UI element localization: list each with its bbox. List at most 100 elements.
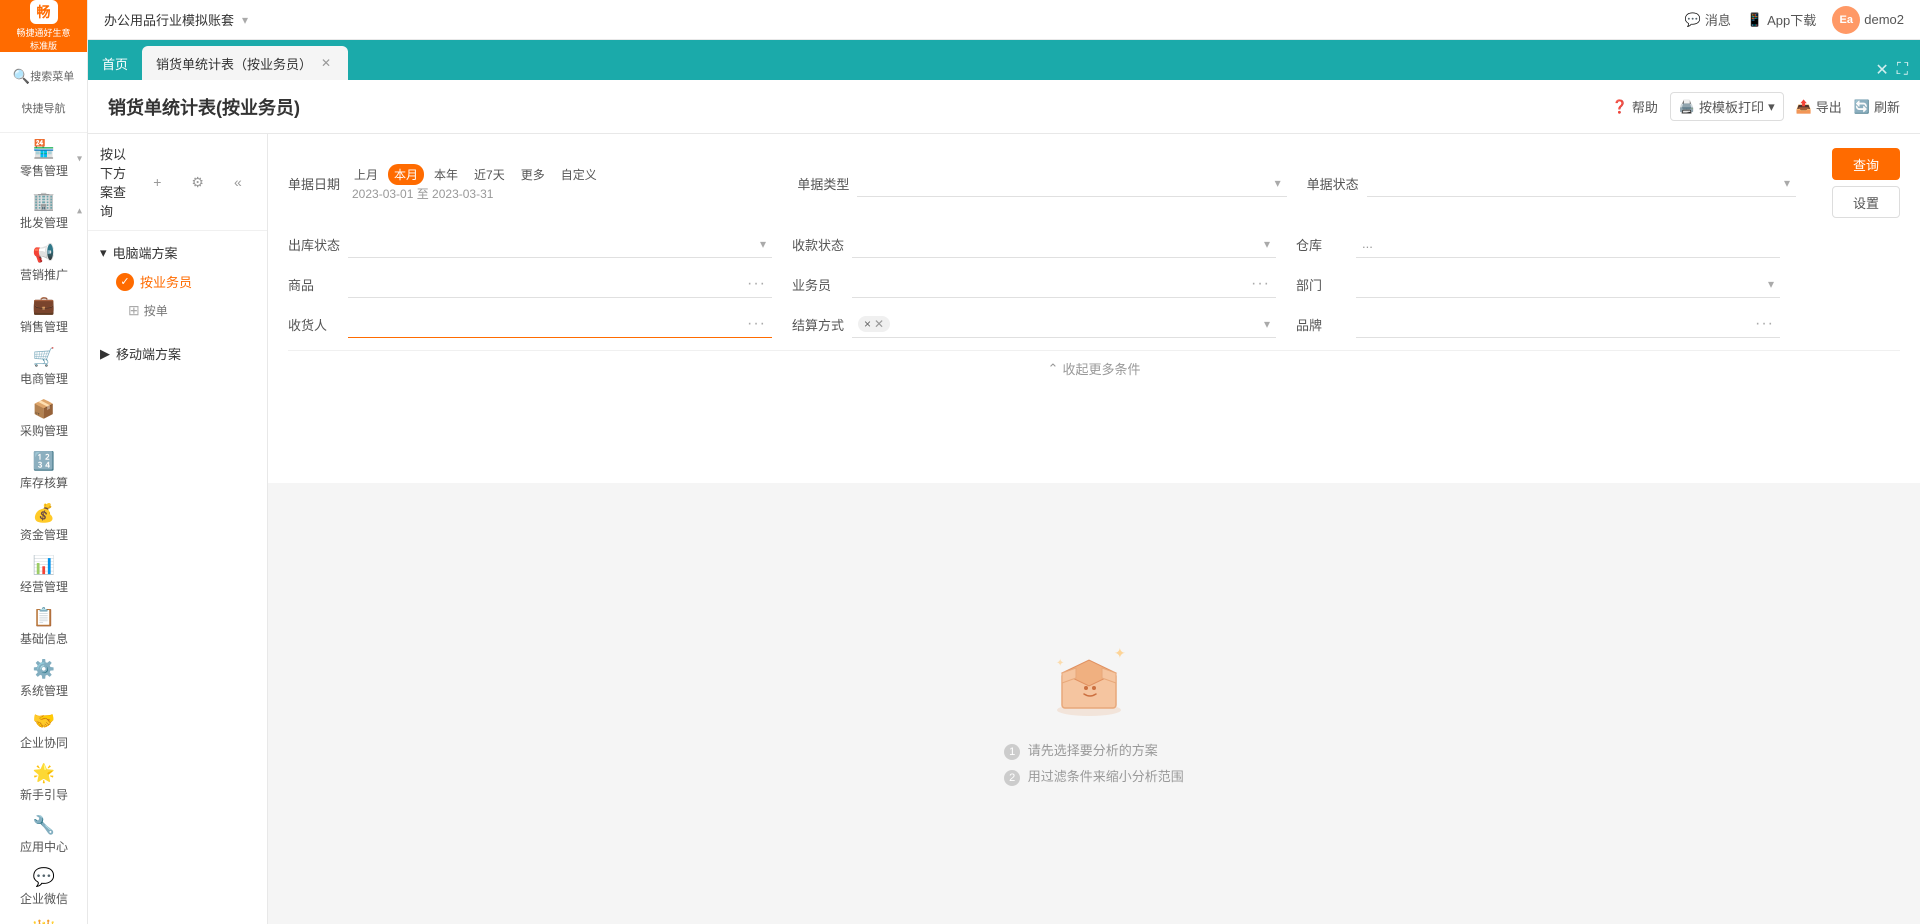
message-btn[interactable]: 💬 消息	[1685, 10, 1731, 29]
sales-stat-tab-label: 销货单统计表（按业务员）	[156, 54, 312, 73]
scheme-panel-title: 按以下方案查询	[100, 144, 134, 220]
date-tab-more[interactable]: 更多	[515, 164, 551, 185]
settings-button[interactable]: 设置	[1832, 186, 1900, 218]
sidebar-item-wechat[interactable]: 💬 企业微信	[0, 861, 88, 913]
scheme-group-pc-title[interactable]: ▾ 电脑端方案	[88, 239, 267, 266]
scheme-edit-btn[interactable]: ⚙	[181, 172, 215, 192]
brand-control[interactable]: ···	[1356, 310, 1780, 338]
receiver-control[interactable]: ···	[348, 310, 772, 338]
payment-status-control[interactable]: ▾	[852, 230, 1276, 258]
scheme-item-by-salesman[interactable]: ✓ 按业务员	[88, 266, 267, 297]
tab-home[interactable]: 首页	[88, 46, 142, 80]
tab-close-window-btn[interactable]: ✕	[1875, 60, 1888, 80]
right-panel: 单据日期 上月 本月 本年 近7天 更多 自定义 20	[268, 134, 1920, 924]
system-icon: ⚙️	[33, 659, 55, 680]
top-header: 办公用品行业模拟账套 ▾ 💬 消息 📱 App下载 Ea demo2	[88, 0, 1920, 40]
export-btn[interactable]: 📤 导出	[1796, 97, 1842, 116]
print-btn[interactable]: 🖨️ 按模板打印 ▾	[1670, 92, 1784, 121]
brand-dots-icon: ···	[1755, 315, 1774, 333]
tab-bar-actions: ✕ ⛶	[1863, 60, 1920, 80]
settlement-control[interactable]: × ✕ ▾	[852, 310, 1276, 338]
sidebar-item-enterprise[interactable]: 🤝 企业协同	[0, 705, 88, 757]
header-right: 💬 消息 📱 App下载 Ea demo2	[1685, 6, 1904, 34]
date-tab-last-7[interactable]: 近7天	[468, 164, 511, 185]
salesman-control[interactable]: ···	[852, 270, 1276, 298]
scheme-collapse-btn[interactable]: «	[221, 172, 255, 192]
tab-maximize-btn[interactable]: ⛶	[1897, 61, 1908, 79]
retail-icon: 🏪	[33, 139, 55, 160]
username-label: demo2	[1864, 12, 1904, 27]
filter-area: 单据日期 上月 本月 本年 近7天 更多 自定义 20	[268, 134, 1920, 483]
tab-close-btn[interactable]: ✕	[318, 55, 334, 71]
quick-nav-item[interactable]: 快捷导航	[8, 92, 80, 124]
sidebar-item-system[interactable]: ⚙️ 系统管理	[0, 653, 88, 705]
search-menu-item[interactable]: 🔍 搜索菜单	[8, 60, 80, 92]
out-status-control[interactable]: ▾	[348, 230, 772, 258]
app-download-btn[interactable]: 📱 App下载	[1747, 10, 1816, 29]
goods-control[interactable]: ···	[348, 270, 772, 298]
payment-status-label: 收款状态	[792, 235, 852, 254]
sidebar-item-finance[interactable]: 💰 资金管理	[0, 497, 88, 549]
tab-sales-stat[interactable]: 销货单统计表（按业务员） ✕	[142, 46, 348, 80]
sidebar-item-newuser[interactable]: 🌟 新手引导	[0, 757, 88, 809]
date-label: 单据日期	[288, 174, 348, 193]
sidebar-item-operation[interactable]: 📊 经营管理	[0, 549, 88, 601]
svg-text:✦: ✦	[1056, 658, 1064, 669]
goods-dots-icon: ···	[747, 275, 766, 293]
page-content: 销货单统计表(按业务员) ❓ 帮助 🖨️ 按模板打印 ▾ 📤 导出 🔄 刷	[88, 80, 1920, 924]
filter-dept: 部门 ▾	[1296, 270, 1780, 298]
date-tab-last-month[interactable]: 上月	[348, 164, 384, 185]
refresh-btn[interactable]: 🔄 刷新	[1854, 97, 1900, 116]
filter-payment-status: 收款状态 ▾	[792, 230, 1276, 258]
scheme-group-mobile-title[interactable]: ▶ 移动端方案	[88, 340, 267, 367]
filter-receiver: 收货人 ···	[288, 310, 772, 338]
empty-state: ✦ ✦ 1 请先选择要分析的方案	[268, 483, 1920, 924]
settlement-clear-btn[interactable]: ✕	[874, 317, 884, 331]
sub-item-by-order[interactable]: ⊞ 按单	[88, 297, 267, 324]
tip-line-1: 1 请先选择要分析的方案	[1004, 738, 1184, 764]
filter-doc-status: 单据状态 ▾	[1307, 169, 1796, 197]
ecommerce-icon: 🛒	[33, 347, 55, 368]
filter-salesman: 业务员 ···	[792, 270, 1276, 298]
sidebar-item-basic[interactable]: 📋 基础信息	[0, 601, 88, 653]
help-btn[interactable]: ❓ 帮助	[1612, 97, 1658, 116]
filter-row-4: 收货人 ··· 结算方式 × ✕	[288, 310, 1900, 338]
dept-control[interactable]: ▾	[1356, 270, 1780, 298]
receiver-label: 收货人	[288, 315, 348, 334]
doc-type-control[interactable]: ▾	[857, 169, 1286, 197]
page-title: 销货单统计表(按业务员)	[108, 94, 300, 132]
sidebar-item-inventory[interactable]: 🔢 库存核算	[0, 445, 88, 497]
date-tab-custom[interactable]: 自定义	[555, 164, 603, 185]
sidebar-item-apps[interactable]: 🔧 应用中心	[0, 809, 88, 861]
scheme-group-pc: ▾ 电脑端方案 ✓ 按业务员 ⊞ 按单	[88, 231, 267, 332]
sidebar-item-member[interactable]: 👑 畅会员	[0, 913, 88, 924]
sidebar-item-purchase[interactable]: 📦 采购管理	[0, 393, 88, 445]
date-tab-this-year[interactable]: 本年	[428, 164, 464, 185]
print-label: 按模板打印	[1699, 97, 1764, 116]
user-profile-btn[interactable]: Ea demo2	[1832, 6, 1904, 34]
dept-arrow-icon: ▾	[1768, 277, 1774, 291]
scheme-add-btn[interactable]: +	[140, 172, 174, 192]
sidebar-item-ecommerce[interactable]: 🛒 电商管理	[0, 341, 88, 393]
doc-type-arrow-icon: ▾	[1275, 176, 1281, 190]
warehouse-control[interactable]: ...	[1356, 230, 1780, 258]
doc-status-control[interactable]: ▾	[1367, 169, 1796, 197]
purchase-icon: 📦	[33, 399, 55, 420]
app-download-label: App下载	[1767, 10, 1816, 29]
tip2-text: 用过滤条件来缩小分析范围	[1028, 769, 1184, 784]
date-tab-this-month[interactable]: 本月	[388, 164, 424, 185]
help-label: 帮助	[1632, 97, 1658, 116]
sidebar-item-sales[interactable]: 💼 销售管理	[0, 289, 88, 341]
svg-text:✦: ✦	[1114, 645, 1126, 661]
empty-icon: ✦ ✦	[1034, 618, 1154, 718]
sidebar-item-marketing[interactable]: 📢 营销推广	[0, 237, 88, 289]
filter-out-status: 出库状态 ▾	[288, 230, 772, 258]
collapse-up-icon: ⌃	[1048, 361, 1059, 377]
query-button[interactable]: 查询	[1832, 148, 1900, 180]
collapse-bar[interactable]: ⌃ 收起更多条件	[288, 350, 1900, 386]
sidebar-item-wholesale[interactable]: 🏢 批发管理 ▴	[0, 185, 88, 237]
header-left: 办公用品行业模拟账套 ▾	[104, 10, 248, 29]
finance-icon: 💰	[33, 503, 55, 524]
doc-status-label: 单据状态	[1307, 174, 1367, 193]
sidebar-item-retail[interactable]: 🏪 零售管理 ▾	[0, 133, 88, 185]
